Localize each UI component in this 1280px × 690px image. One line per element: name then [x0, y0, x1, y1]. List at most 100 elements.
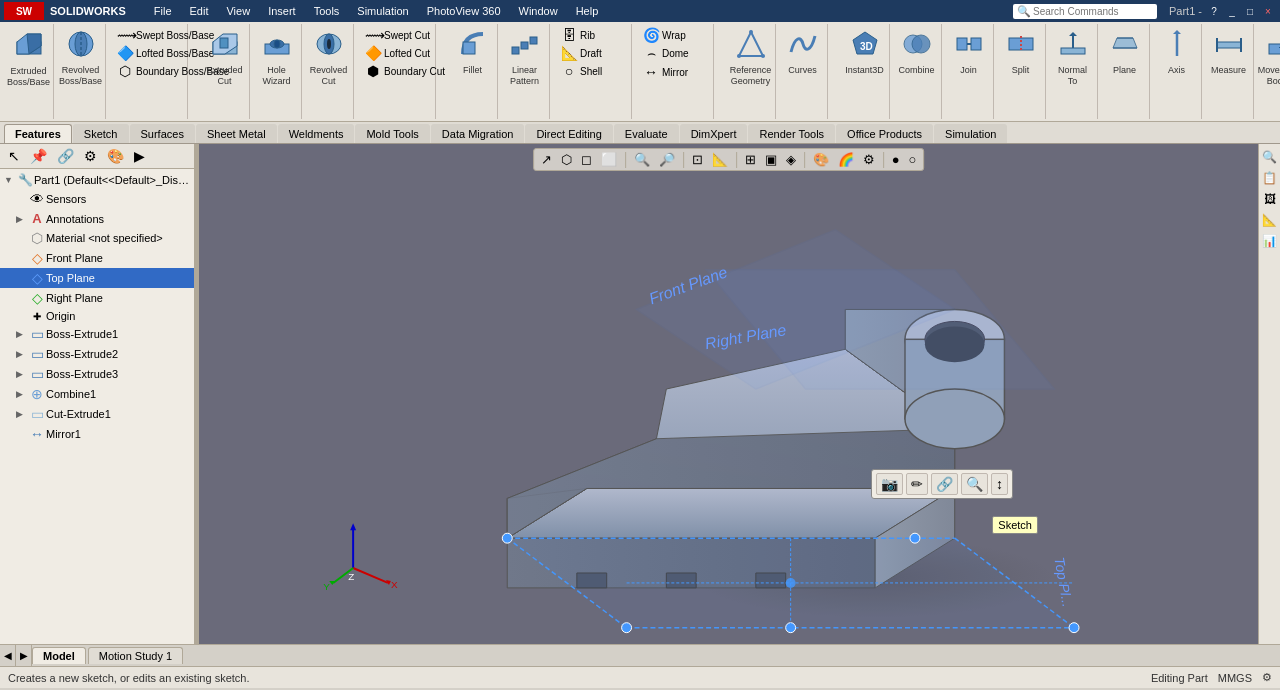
tab-office-products[interactable]: Office Products — [836, 124, 933, 143]
tab-sheet-metal[interactable]: Sheet Metal — [196, 124, 277, 143]
tab-sketch[interactable]: Sketch — [73, 124, 129, 143]
tree-boss-extrude3[interactable]: ▶ ▭ Boss-Extrude3 — [0, 364, 194, 384]
lighting-btn[interactable]: 🌈 — [835, 151, 857, 168]
tree-front-plane[interactable]: ◇ Front Plane — [0, 248, 194, 268]
menu-item-photoview 360[interactable]: PhotoView 360 — [419, 3, 509, 19]
view-shaded-btn[interactable]: ⬡ — [558, 151, 575, 168]
tab-direct-editing[interactable]: Direct Editing — [525, 124, 612, 143]
tree-origin[interactable]: ✚ Origin — [0, 308, 194, 324]
hole-wizard-btn[interactable]: HoleWizard — [255, 26, 299, 89]
normal-to-btn[interactable]: NormalTo — [1051, 26, 1095, 89]
split-btn[interactable]: Split — [999, 26, 1043, 78]
maximize-btn[interactable]: □ — [1242, 3, 1258, 19]
minimize-btn[interactable]: _ — [1224, 3, 1240, 19]
display-color-btn[interactable]: ▣ — [762, 151, 780, 168]
search-box[interactable]: 🔍 — [1013, 4, 1157, 19]
curves-btn[interactable]: Curves — [781, 26, 825, 78]
lofted-cut-btn[interactable]: 🔶 Lofted Cut — [362, 44, 448, 62]
view-hidden-btn[interactable]: ⬜ — [598, 151, 620, 168]
tab-weldments[interactable]: Weldments — [278, 124, 355, 143]
move-copy-btn[interactable]: Move/CopyBodies — [1254, 26, 1280, 89]
tab-features[interactable]: Features — [4, 124, 72, 143]
tab-motion-study[interactable]: Motion Study 1 — [88, 647, 183, 664]
tree-combine1[interactable]: ▶ ⊕ Combine1 — [0, 384, 194, 404]
tree-cut-extrude1[interactable]: ▶ ▭ Cut-Extrude1 — [0, 404, 194, 424]
popup-btn-3[interactable]: 🔗 — [931, 473, 958, 495]
rib-btn[interactable]: 🗄 Rib — [558, 26, 605, 44]
tab-data-migration[interactable]: Data Migration — [431, 124, 525, 143]
shadows-btn[interactable]: ○ — [906, 151, 920, 168]
display-grid-btn[interactable]: ⊞ — [742, 151, 759, 168]
rp-image-btn[interactable]: 🖼 — [1261, 190, 1279, 208]
rp-chart-btn[interactable]: 📊 — [1261, 232, 1279, 250]
menu-item-tools[interactable]: Tools — [306, 3, 348, 19]
rp-clipboard-btn[interactable]: 📋 — [1261, 169, 1279, 187]
popup-btn-1[interactable]: 📷 — [876, 473, 903, 495]
measure-btn[interactable]: Measure — [1207, 26, 1251, 78]
tab-surfaces[interactable]: Surfaces — [130, 124, 195, 143]
tree-top-plane[interactable]: ◇ Top Plane — [0, 268, 194, 288]
view-orientation-btn[interactable]: ↗ — [538, 151, 555, 168]
tree-right-plane[interactable]: ◇ Right Plane — [0, 288, 194, 308]
combine-btn[interactable]: Combine — [894, 26, 938, 78]
tab-simulation[interactable]: Simulation — [934, 124, 1007, 143]
tree-sensors[interactable]: 👁 Sensors — [0, 189, 194, 209]
revolved-cut-btn[interactable]: RevolvedCut — [306, 26, 352, 89]
menu-item-help[interactable]: Help — [568, 3, 607, 19]
tree-boss-extrude2[interactable]: ▶ ▭ Boss-Extrude2 — [0, 344, 194, 364]
fillet-btn[interactable]: Fillet — [451, 26, 495, 78]
wrap-btn[interactable]: 🌀 Wrap — [640, 26, 692, 44]
axis-btn[interactable]: Axis — [1155, 26, 1199, 78]
linear-pattern-btn[interactable]: LinearPattern — [503, 26, 547, 89]
sidebar-tool-pin[interactable]: 📌 — [26, 146, 51, 166]
scroll-left-btn[interactable]: ◀ — [0, 645, 16, 667]
plane-btn[interactable]: Plane — [1103, 26, 1147, 78]
swept-cut-btn[interactable]: ⟿ Swept Cut — [362, 26, 448, 44]
tree-root[interactable]: ▼ 🔧 Part1 (Default<<Default>_Displa — [0, 171, 194, 189]
close-btn[interactable]: × — [1260, 3, 1276, 19]
draft-btn[interactable]: 📐 Draft — [558, 44, 605, 62]
settings-vt-btn[interactable]: ⚙ — [860, 151, 878, 168]
display-ref-btn[interactable]: ◈ — [783, 151, 799, 168]
extruded-bossbase-btn[interactable]: ExtrudedBoss/Base — [3, 26, 54, 90]
menu-item-simulation[interactable]: Simulation — [349, 3, 416, 19]
menu-item-window[interactable]: Window — [511, 3, 566, 19]
tree-material[interactable]: ⬡ Material <not specified> — [0, 228, 194, 248]
menu-item-insert[interactable]: Insert — [260, 3, 304, 19]
tab-mold-tools[interactable]: Mold Tools — [355, 124, 429, 143]
rp-zoom-btn[interactable]: 🔍 — [1261, 148, 1279, 166]
boundary-cut-btn[interactable]: ⬢ Boundary Cut — [362, 62, 448, 80]
render-btn[interactable]: 🎨 — [810, 151, 832, 168]
sidebar-more[interactable]: ▶ — [130, 146, 149, 166]
tab-dimxpert[interactable]: DimXpert — [680, 124, 748, 143]
search-input[interactable] — [1033, 6, 1153, 17]
rebuild-icon[interactable]: ⚙ — [1262, 671, 1272, 684]
instant3d-btn[interactable]: 3D Instant3D — [841, 26, 888, 78]
tab-evaluate[interactable]: Evaluate — [614, 124, 679, 143]
sidebar-tool-settings[interactable]: ⚙ — [80, 146, 101, 166]
zoom-in-btn[interactable]: 🔍 — [631, 151, 653, 168]
view-wireframe-btn[interactable]: ◻ — [578, 151, 595, 168]
sidebar-tool-color[interactable]: 🎨 — [103, 146, 128, 166]
tree-mirror1[interactable]: ↔ Mirror1 — [0, 424, 194, 444]
tree-boss-extrude1[interactable]: ▶ ▭ Boss-Extrude1 — [0, 324, 194, 344]
view-rotate-btn[interactable]: 📐 — [709, 151, 731, 168]
ref-geometry-btn[interactable]: ReferenceGeometry — [726, 26, 776, 89]
menu-item-file[interactable]: File — [146, 3, 180, 19]
zoom-fit-btn[interactable]: 🔎 — [656, 151, 678, 168]
tab-render-tools[interactable]: Render Tools — [748, 124, 835, 143]
sidebar-tool-link[interactable]: 🔗 — [53, 146, 78, 166]
viewport[interactable]: ↗ ⬡ ◻ ⬜ 🔍 🔎 ⊡ 📐 ⊞ ▣ ◈ 🎨 🌈 ⚙ ● ○ — [199, 144, 1258, 644]
sidebar-tool-pointer[interactable]: ↖ — [4, 146, 24, 166]
tree-annotations[interactable]: ▶ A Annotations — [0, 209, 194, 228]
menu-item-edit[interactable]: Edit — [182, 3, 217, 19]
extruded-cut-btn[interactable]: ExtrudedCut — [202, 26, 246, 89]
help-btn[interactable]: ? — [1206, 3, 1222, 19]
dome-btn[interactable]: ⌢ Dome — [640, 44, 692, 63]
shell-btn[interactable]: ○ Shell — [558, 62, 605, 80]
popup-btn-4[interactable]: 🔍 — [961, 473, 988, 495]
join-btn[interactable]: Join — [947, 26, 991, 78]
menu-item-view[interactable]: View — [218, 3, 258, 19]
mirror-btn[interactable]: ↔ Mirror — [640, 63, 692, 81]
tab-model[interactable]: Model — [32, 647, 86, 664]
